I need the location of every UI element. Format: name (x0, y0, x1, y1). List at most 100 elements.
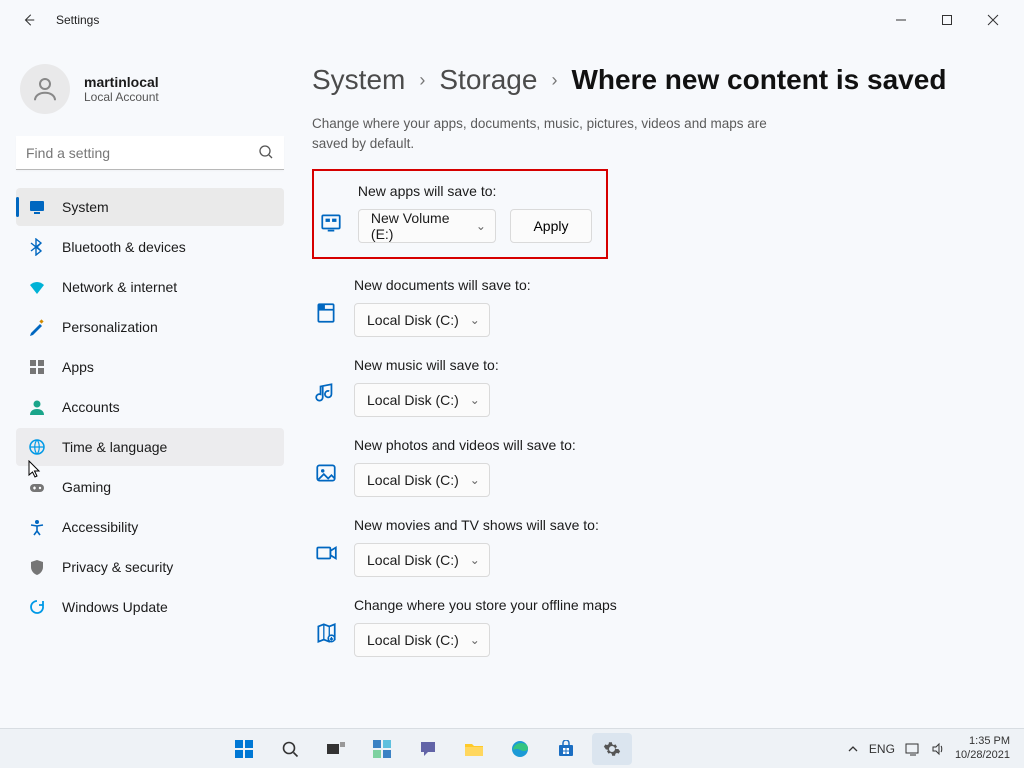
explorer-icon[interactable] (454, 733, 494, 765)
sidebar-item-gaming[interactable]: Gaming (16, 468, 284, 506)
chat-icon[interactable] (408, 733, 448, 765)
sidebar-item-accounts[interactable]: Accounts (16, 388, 284, 426)
image-icon (312, 459, 340, 487)
drive-dropdown[interactable]: New Volume (E:) ⌄ (358, 209, 496, 243)
sidebar-item-accessibility[interactable]: Accessibility (16, 508, 284, 546)
network-tray-icon[interactable] (905, 742, 921, 756)
dropdown-value: New Volume (E:) (371, 210, 465, 242)
crumb-storage[interactable]: Storage (439, 64, 537, 96)
maximize-button[interactable] (924, 4, 970, 36)
sidebar: martinlocal Local Account System Bluetoot… (0, 40, 300, 728)
sidebar-item-label: Time & language (62, 439, 167, 455)
section-label: New movies and TV shows will save to: (354, 517, 599, 533)
sidebar-item-time[interactable]: Time & language (16, 428, 284, 466)
settings-taskbar-icon[interactable] (592, 733, 632, 765)
chevron-down-icon: ⌄ (470, 393, 480, 407)
section-label: New photos and videos will save to: (354, 437, 576, 453)
apply-button[interactable]: Apply (510, 209, 592, 243)
sidebar-item-label: Gaming (62, 479, 111, 495)
drive-dropdown[interactable]: Local Disk (C:) ⌄ (354, 383, 490, 417)
sidebar-item-label: Accounts (62, 399, 120, 415)
back-button[interactable] (22, 13, 38, 27)
sidebar-item-label: Apps (62, 359, 94, 375)
sidebar-item-network[interactable]: Network & internet (16, 268, 284, 306)
chevron-down-icon: ⌄ (470, 473, 480, 487)
drive-dropdown[interactable]: Local Disk (C:) ⌄ (354, 463, 490, 497)
avatar-icon (20, 64, 70, 114)
section-label: New music will save to: (354, 357, 499, 373)
apps-icon (28, 358, 46, 376)
save-location-section: New movies and TV shows will save to: Loc… (312, 499, 976, 579)
close-button[interactable] (970, 4, 1016, 36)
section-label: Change where you store your offline maps (354, 597, 617, 613)
sidebar-item-label: Accessibility (62, 519, 138, 535)
store-icon[interactable] (546, 733, 586, 765)
breadcrumb: System › Storage › Where new content is … (312, 64, 976, 96)
sidebar-item-label: Personalization (62, 319, 158, 335)
nav: System Bluetooth & devices Network & inter… (16, 188, 284, 626)
description: Change where your apps, documents, music… (312, 114, 772, 155)
chevron-down-icon: ⌄ (470, 553, 480, 567)
section-label: New apps will save to: (358, 183, 592, 199)
titlebar: Settings (0, 0, 1024, 40)
brush-icon (28, 318, 46, 336)
drive-dropdown[interactable]: Local Disk (C:) ⌄ (354, 623, 490, 657)
search-icon (258, 144, 274, 160)
bluetooth-icon (28, 238, 46, 256)
save-location-section: Change where you store your offline maps… (312, 579, 976, 659)
drive-dropdown[interactable]: Local Disk (C:) ⌄ (354, 303, 490, 337)
task-view-icon[interactable] (316, 733, 356, 765)
language-indicator[interactable]: ENG (869, 742, 895, 756)
dropdown-value: Local Disk (C:) (367, 552, 459, 568)
sidebar-item-personalization[interactable]: Personalization (16, 308, 284, 346)
music-icon (312, 379, 340, 407)
sidebar-item-system[interactable]: System (16, 188, 284, 226)
gamepad-icon (28, 478, 46, 496)
chevron-down-icon: ⌄ (470, 633, 480, 647)
dropdown-value: Local Disk (C:) (367, 312, 459, 328)
document-icon (312, 299, 340, 327)
taskbar-search-icon[interactable] (270, 733, 310, 765)
dropdown-value: Local Disk (C:) (367, 632, 459, 648)
save-location-section: New photos and videos will save to: Local… (312, 419, 976, 499)
crumb-system[interactable]: System (312, 64, 405, 96)
clock[interactable]: 1:35 PM 10/28/2021 (955, 735, 1014, 761)
update-icon (28, 598, 46, 616)
widgets-icon[interactable] (362, 733, 402, 765)
crumb-current: Where new content is saved (571, 64, 946, 96)
profile-name: martinlocal (84, 74, 159, 90)
search-box[interactable] (16, 136, 284, 170)
sidebar-item-label: Network & internet (62, 279, 177, 295)
sidebar-item-privacy[interactable]: Privacy & security (16, 548, 284, 586)
sidebar-item-label: Privacy & security (62, 559, 173, 575)
edge-icon[interactable] (500, 733, 540, 765)
drive-dropdown[interactable]: Local Disk (C:) ⌄ (354, 543, 490, 577)
chevron-down-icon: ⌄ (476, 219, 486, 233)
tray-chevron-icon[interactable] (847, 743, 859, 755)
minimize-button[interactable] (878, 4, 924, 36)
display-icon (28, 198, 46, 216)
sidebar-item-apps[interactable]: Apps (16, 348, 284, 386)
search-input[interactable] (16, 136, 284, 170)
start-button[interactable] (224, 733, 264, 765)
main: System › Storage › Where new content is … (300, 40, 1024, 728)
save-location-section: New apps will save to: New Volume (E:) ⌄ Ap… (312, 169, 608, 259)
map-icon (312, 619, 340, 647)
profile[interactable]: martinlocal Local Account (16, 52, 284, 136)
chevron-right-icon: › (551, 70, 557, 91)
wifi-icon (28, 278, 46, 296)
sidebar-item-label: Windows Update (62, 599, 168, 615)
dropdown-value: Local Disk (C:) (367, 472, 459, 488)
sidebar-item-label: System (62, 199, 109, 215)
sidebar-item-update[interactable]: Windows Update (16, 588, 284, 626)
volume-tray-icon[interactable] (931, 742, 945, 756)
sidebar-item-label: Bluetooth & devices (62, 239, 186, 255)
section-label: New documents will save to: (354, 277, 531, 293)
globe-icon (28, 438, 46, 456)
accessibility-icon (28, 518, 46, 536)
dropdown-value: Local Disk (C:) (367, 392, 459, 408)
video-icon (312, 539, 340, 567)
chevron-down-icon: ⌄ (470, 313, 480, 327)
save-location-section: New music will save to: Local Disk (C:) ⌄ (312, 339, 976, 419)
sidebar-item-bluetooth[interactable]: Bluetooth & devices (16, 228, 284, 266)
